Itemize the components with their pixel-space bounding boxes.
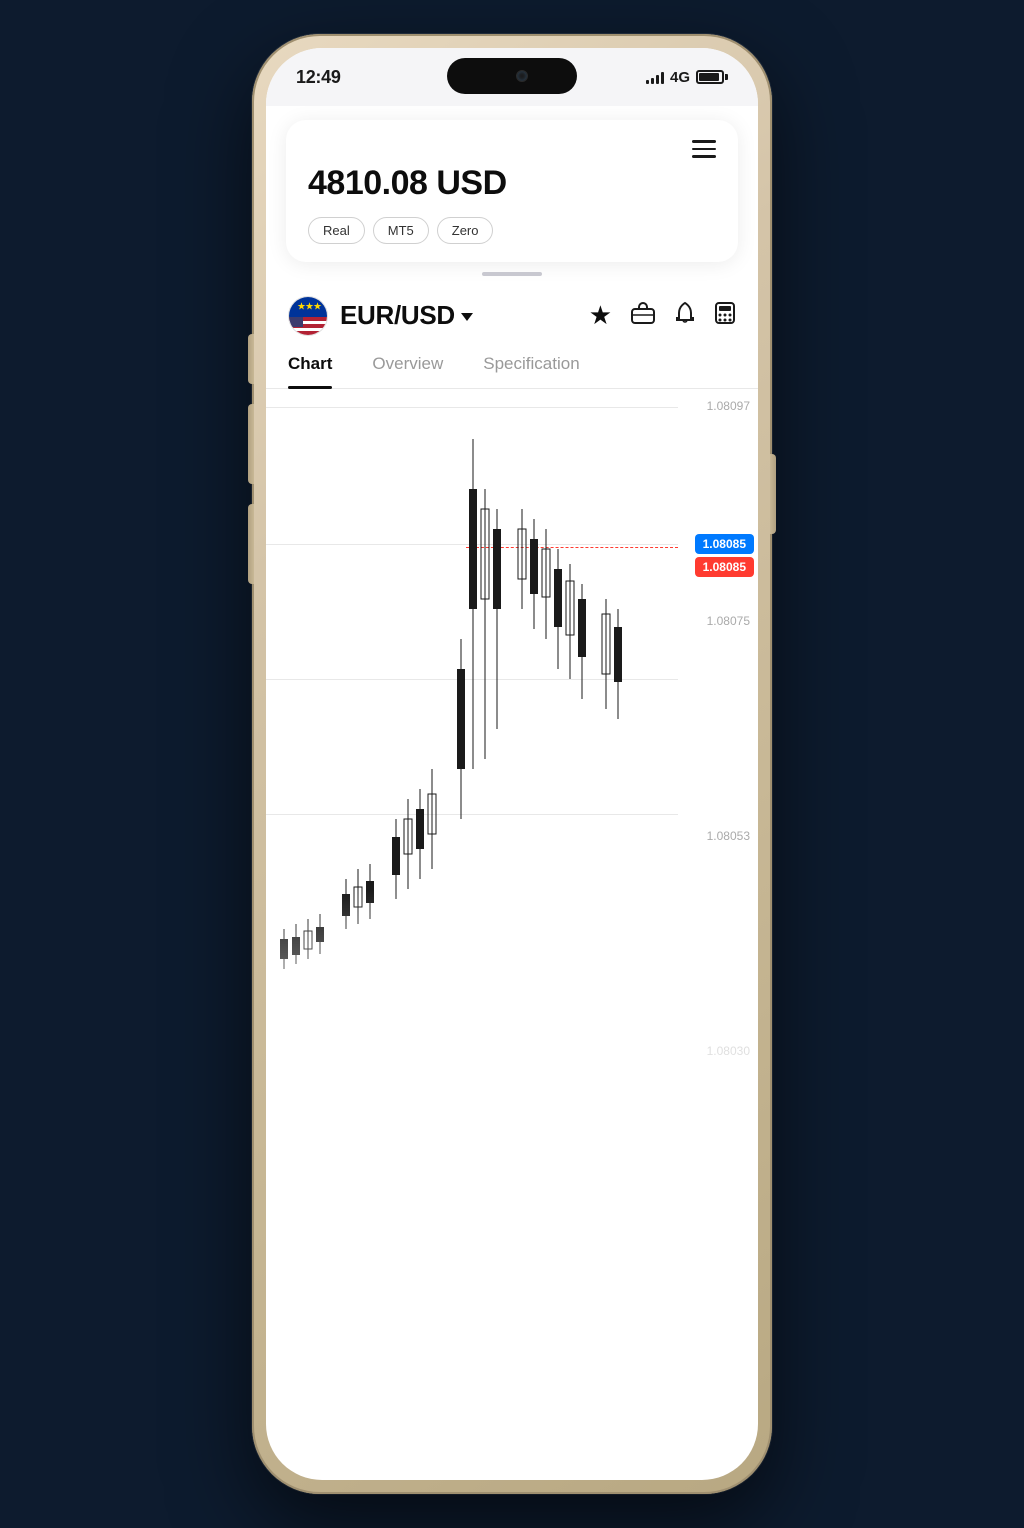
hamburger-line-2 — [692, 148, 716, 151]
bid-price-badge: 1.08085 — [695, 534, 754, 554]
currency-actions: ★ — [589, 300, 736, 331]
phone-screen: 12:49 4G — [266, 48, 758, 1480]
menu-button[interactable] — [692, 140, 716, 158]
candle-group-consolidation — [518, 509, 586, 699]
signal-bar-2 — [651, 78, 654, 84]
tab-chart[interactable]: Chart — [288, 354, 332, 388]
bell-icon[interactable] — [674, 301, 696, 331]
network-type: 4G — [670, 69, 690, 86]
battery-body — [696, 70, 724, 84]
chevron-down-icon — [461, 313, 473, 321]
status-time: 12:49 — [296, 67, 341, 88]
currency-header: ★★★ EUR/USD ★ — [266, 282, 758, 336]
currency-name-container[interactable]: EUR/USD — [340, 300, 473, 331]
signal-bar-3 — [656, 75, 659, 84]
currency-name: EUR/USD — [340, 300, 455, 331]
account-balance: 4810.08 USD — [308, 164, 716, 203]
phone-shell: 12:49 4G — [252, 34, 772, 1494]
signal-bar-1 — [646, 80, 649, 84]
battery-icon — [696, 70, 728, 84]
star-icon[interactable]: ★ — [589, 300, 612, 331]
dynamic-island — [447, 58, 577, 94]
account-tag-real[interactable]: Real — [308, 217, 365, 244]
currency-flag: ★★★ — [288, 296, 328, 336]
candle-group-1 — [280, 914, 324, 969]
tabs-container: Chart Overview Specification — [266, 336, 758, 389]
battery-fill — [699, 73, 719, 81]
account-tags: Real MT5 Zero — [308, 217, 716, 244]
power-button[interactable] — [770, 454, 776, 534]
ask-price-badge: 1.08085 — [695, 557, 754, 577]
calculator-icon[interactable] — [714, 301, 736, 331]
drag-handle-bar — [482, 272, 542, 276]
tab-overview[interactable]: Overview — [372, 354, 443, 388]
currency-left: ★★★ EUR/USD — [288, 296, 473, 336]
mute-button[interactable] — [248, 334, 254, 384]
tab-specification[interactable]: Specification — [483, 354, 579, 388]
signal-bar-4 — [661, 72, 664, 84]
camera-dot — [516, 70, 528, 82]
status-icons: 4G — [646, 69, 728, 86]
account-tag-zero[interactable]: Zero — [437, 217, 494, 244]
signal-bars-icon — [646, 70, 664, 84]
account-card-header — [308, 140, 716, 158]
hamburger-line-3 — [692, 155, 716, 158]
phone-device: 12:49 4G — [252, 34, 772, 1494]
account-tag-mt5[interactable]: MT5 — [373, 217, 429, 244]
candle-group-2 — [342, 864, 374, 929]
account-card: 4810.08 USD Real MT5 Zero — [286, 120, 738, 262]
us-flag-bottom — [289, 317, 328, 336]
candle-group-tall — [457, 439, 501, 819]
volume-down-button[interactable] — [248, 504, 254, 584]
status-bar: 12:49 4G — [266, 48, 758, 106]
battery-tip — [725, 74, 728, 80]
candle-group-3 — [392, 769, 436, 899]
volume-up-button[interactable] — [248, 404, 254, 484]
drag-handle — [266, 262, 758, 282]
hamburger-line-1 — [692, 140, 716, 143]
chart-area[interactable]: 1.08097 1.08075 1.08053 1.08030 1.08085 … — [266, 389, 758, 1069]
candlestick-chart — [266, 389, 696, 1069]
briefcase-icon[interactable] — [630, 301, 656, 331]
eu-flag-top: ★★★ — [289, 297, 328, 317]
candle-group-right — [602, 599, 622, 719]
